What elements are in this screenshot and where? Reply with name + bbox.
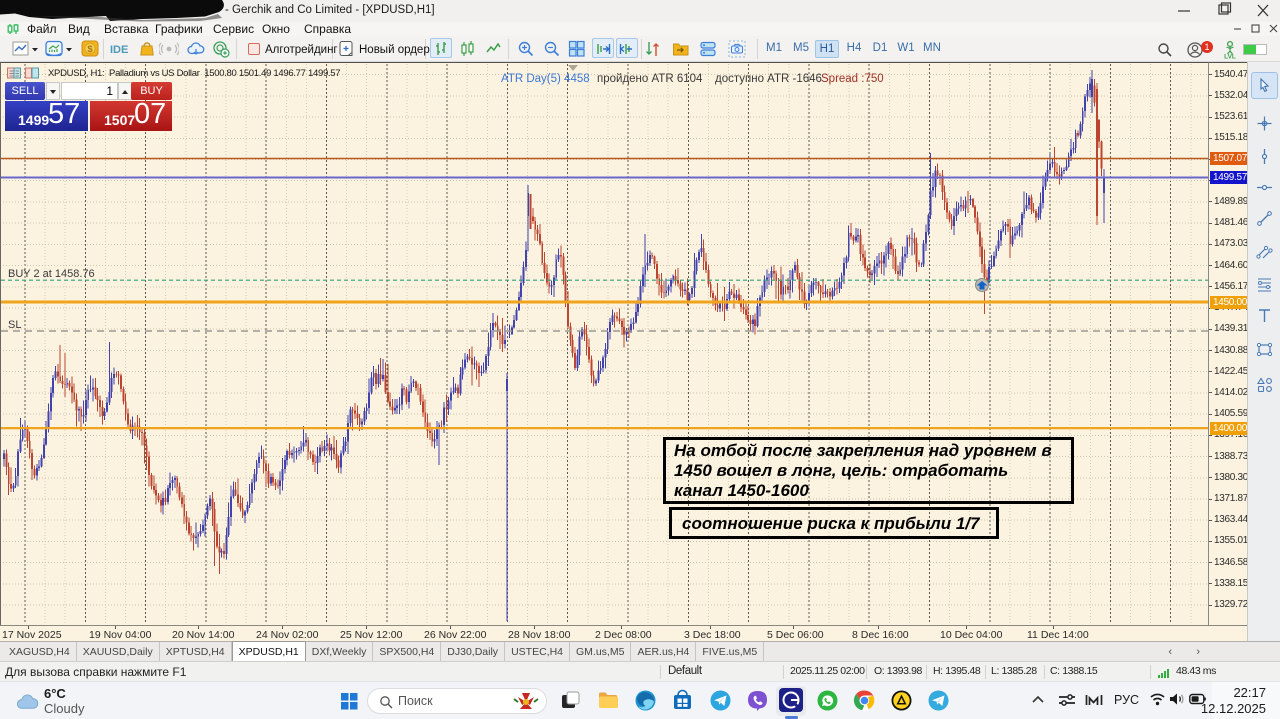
svg-text:1: 1 [1204,42,1209,52]
svg-text:IDE: IDE [110,44,128,56]
svg-text:LVL: LVL [1224,54,1236,60]
svg-text:$: $ [87,44,93,55]
